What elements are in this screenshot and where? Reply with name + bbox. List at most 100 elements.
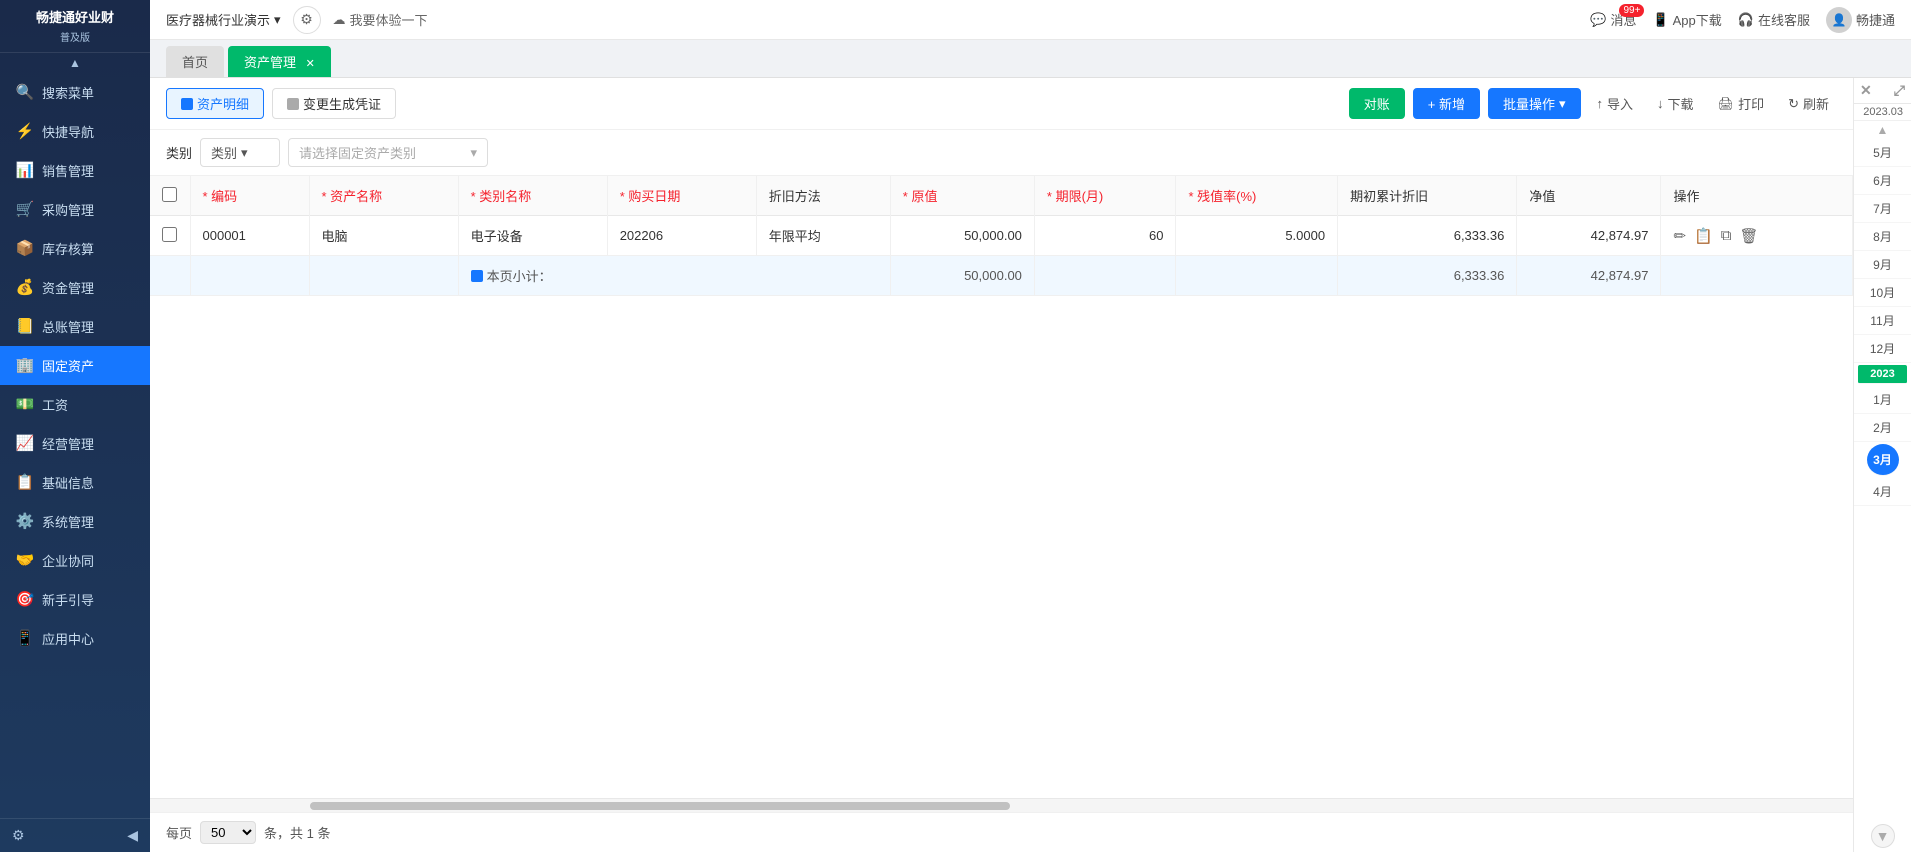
month-item[interactable]: 1月 xyxy=(1854,386,1911,414)
user-name: 畅捷通 xyxy=(1856,10,1895,29)
sidebar-icon-enterprise: 🤝 xyxy=(16,551,34,569)
sidebar-collapse-icon[interactable]: ◀ xyxy=(127,827,138,844)
app-download-btn[interactable]: 📱 App下载 xyxy=(1652,10,1721,29)
subtotal-original-value: 50,000.00 xyxy=(890,256,1034,296)
month-item[interactable]: 6月 xyxy=(1854,167,1911,195)
category-dropdown[interactable]: 请选择固定资产类别 ▾ xyxy=(288,138,488,167)
select-all-checkbox[interactable] xyxy=(162,187,177,202)
sidebar-item-fund[interactable]: 💰资金管理 xyxy=(0,268,150,307)
month-panel-scroll-up[interactable]: ▲ xyxy=(1854,121,1911,139)
tab-change-voucher[interactable]: 变更生成凭证 xyxy=(272,88,396,119)
per-page-select[interactable]: 50 100 200 xyxy=(200,821,256,844)
edit-icon[interactable]: ✏ xyxy=(1673,227,1686,245)
col-category-star: * xyxy=(471,189,480,204)
reconcile-button[interactable]: 对账 xyxy=(1349,88,1405,119)
copy-icon[interactable]: 📋 xyxy=(1694,227,1713,245)
sidebar-item-guide[interactable]: 🎯新手引导 xyxy=(0,580,150,619)
topbar-experience[interactable]: ☁ 我要体验一下 xyxy=(333,10,428,29)
subtotal-empty-3 xyxy=(309,256,458,296)
sidebar-item-operations[interactable]: 📈经营管理 xyxy=(0,424,150,463)
table-row: 000001 电脑 电子设备 202206 年限平均 50,000.00 60 … xyxy=(150,216,1853,256)
sidebar-logo-text: 畅捷通好业财 xyxy=(36,10,114,27)
company-dropdown-icon: ▾ xyxy=(274,12,281,28)
tab-home[interactable]: 首页 xyxy=(166,46,224,77)
month-panel-expand-icon[interactable]: ⤢ xyxy=(1894,82,1905,99)
subtotal-net-value: 42,874.97 xyxy=(1517,256,1661,296)
sidebar-label-purchase: 采购管理 xyxy=(42,200,94,219)
sidebar-item-quick-nav[interactable]: ⚡快捷导航 xyxy=(0,112,150,151)
sidebar-item-search[interactable]: 🔍搜索菜单 xyxy=(0,73,150,112)
col-residual-rate-star: * xyxy=(1188,189,1197,204)
sidebar-item-inventory[interactable]: 📦库存核算 xyxy=(0,229,150,268)
category-type-select[interactable]: 类别 ▾ xyxy=(200,138,280,167)
more-icon[interactable]: ⧉ xyxy=(1721,227,1732,244)
sidebar-label-basic-info: 基础信息 xyxy=(42,473,94,492)
cloud-icon: ☁ xyxy=(333,12,346,28)
asset-table: * 编码 * 资产名称 * 类别名称 * 购买日期 xyxy=(150,176,1853,296)
tab-asset-detail[interactable]: 资产明细 xyxy=(166,88,264,119)
sidebar-item-ledger[interactable]: 📒总账管理 xyxy=(0,307,150,346)
month-item[interactable]: 5月 xyxy=(1854,139,1911,167)
row-purchase-date: 202206 xyxy=(607,216,756,256)
month-panel-header: ✕ ⤢ xyxy=(1854,78,1911,104)
col-depreciation-method: 折旧方法 xyxy=(756,176,890,216)
customer-service-btn[interactable]: 🎧 在线客服 xyxy=(1738,10,1810,29)
col-category: * 类别名称 xyxy=(458,176,607,216)
sidebar-item-purchase[interactable]: 🛒采购管理 xyxy=(0,190,150,229)
sidebar-item-app-center[interactable]: 📱应用中心 xyxy=(0,619,150,658)
col-original-value: * 原值 xyxy=(890,176,1034,216)
sidebar-icon-ledger: 📒 xyxy=(16,317,34,335)
month-item[interactable]: 4月 xyxy=(1854,478,1911,506)
month-item[interactable]: 7月 xyxy=(1854,195,1911,223)
tab-close-icon[interactable]: ✕ xyxy=(306,58,315,70)
tab-asset-management[interactable]: 资产管理 ✕ xyxy=(228,46,331,77)
customer-service-icon: 🎧 xyxy=(1738,12,1754,28)
delete-icon[interactable]: 🗑 xyxy=(1739,227,1758,245)
topbar-right: 💬 消息 99+ 📱 App下载 🎧 在线客服 👤 畅捷通 xyxy=(1590,7,1895,33)
sidebar-item-system[interactable]: ⚙️系统管理 xyxy=(0,502,150,541)
company-selector[interactable]: 医疗器械行业演示 ▾ xyxy=(166,10,281,29)
user-menu[interactable]: 👤 畅捷通 xyxy=(1826,7,1895,33)
import-button[interactable]: ↑ 导入 xyxy=(1589,89,1642,118)
experience-label: 我要体验一下 xyxy=(350,10,428,29)
batch-ops-button[interactable]: 批量操作 ▾ xyxy=(1488,88,1581,119)
col-period-star: * xyxy=(1047,189,1056,204)
sidebar-item-basic-info[interactable]: 📋基础信息 xyxy=(0,463,150,502)
horizontal-scrollbar[interactable] xyxy=(150,798,1853,812)
tabbar: 首页 资产管理 ✕ xyxy=(150,40,1911,78)
month-item[interactable]: 3月 xyxy=(1867,444,1899,476)
sidebar-scroll-up[interactable]: ▲ xyxy=(0,53,150,73)
download-button[interactable]: ↓ 下载 xyxy=(1649,89,1702,118)
sidebar-item-payroll[interactable]: 💵工资 xyxy=(0,385,150,424)
scrollbar-thumb[interactable] xyxy=(310,802,1010,810)
month-item[interactable]: 10月 xyxy=(1854,279,1911,307)
message-btn[interactable]: 💬 消息 99+ xyxy=(1590,10,1636,29)
sidebar-label-fixed-assets: 固定资产 xyxy=(42,356,94,375)
new-button[interactable]: + 新增 xyxy=(1413,88,1480,119)
month-item[interactable]: 8月 xyxy=(1854,223,1911,251)
app-download-icon: 📱 xyxy=(1652,12,1668,28)
month-item[interactable]: 12月 xyxy=(1854,335,1911,363)
month-item[interactable]: 9月 xyxy=(1854,251,1911,279)
row-code: 000001 xyxy=(190,216,309,256)
col-checkbox xyxy=(150,176,190,216)
sidebar-item-sales[interactable]: 📊销售管理 xyxy=(0,151,150,190)
sidebar-label-fund: 资金管理 xyxy=(42,278,94,297)
row-operations: ✏ 📋 ⧉ 🗑 xyxy=(1661,216,1853,256)
filter-bar: 类别 类别 ▾ 请选择固定资产类别 ▾ xyxy=(150,130,1853,176)
month-item[interactable]: 11月 xyxy=(1854,307,1911,335)
month-panel-close-icon[interactable]: ✕ xyxy=(1860,82,1872,99)
row-checkbox[interactable] xyxy=(162,227,177,242)
subtotal-ops xyxy=(1661,256,1853,296)
sidebar-item-fixed-assets[interactable]: 🏢固定资产 xyxy=(0,346,150,385)
topbar-settings-icon[interactable]: ⚙ xyxy=(293,6,321,34)
category-placeholder: 请选择固定资产类别 xyxy=(299,143,416,162)
month-panel-bottom-btn[interactable]: ▼ xyxy=(1871,824,1895,848)
print-button[interactable]: 🖨 打印 xyxy=(1710,89,1773,118)
sidebar-item-enterprise[interactable]: 🤝企业协同 xyxy=(0,541,150,580)
month-item[interactable]: 2月 xyxy=(1854,414,1911,442)
sidebar-icon-operations: 📈 xyxy=(16,434,34,452)
sidebar-settings-icon[interactable]: ⚙ xyxy=(12,827,25,844)
sidebar-icon-guide: 🎯 xyxy=(16,590,34,608)
refresh-button[interactable]: ↻ 刷新 xyxy=(1780,89,1837,118)
